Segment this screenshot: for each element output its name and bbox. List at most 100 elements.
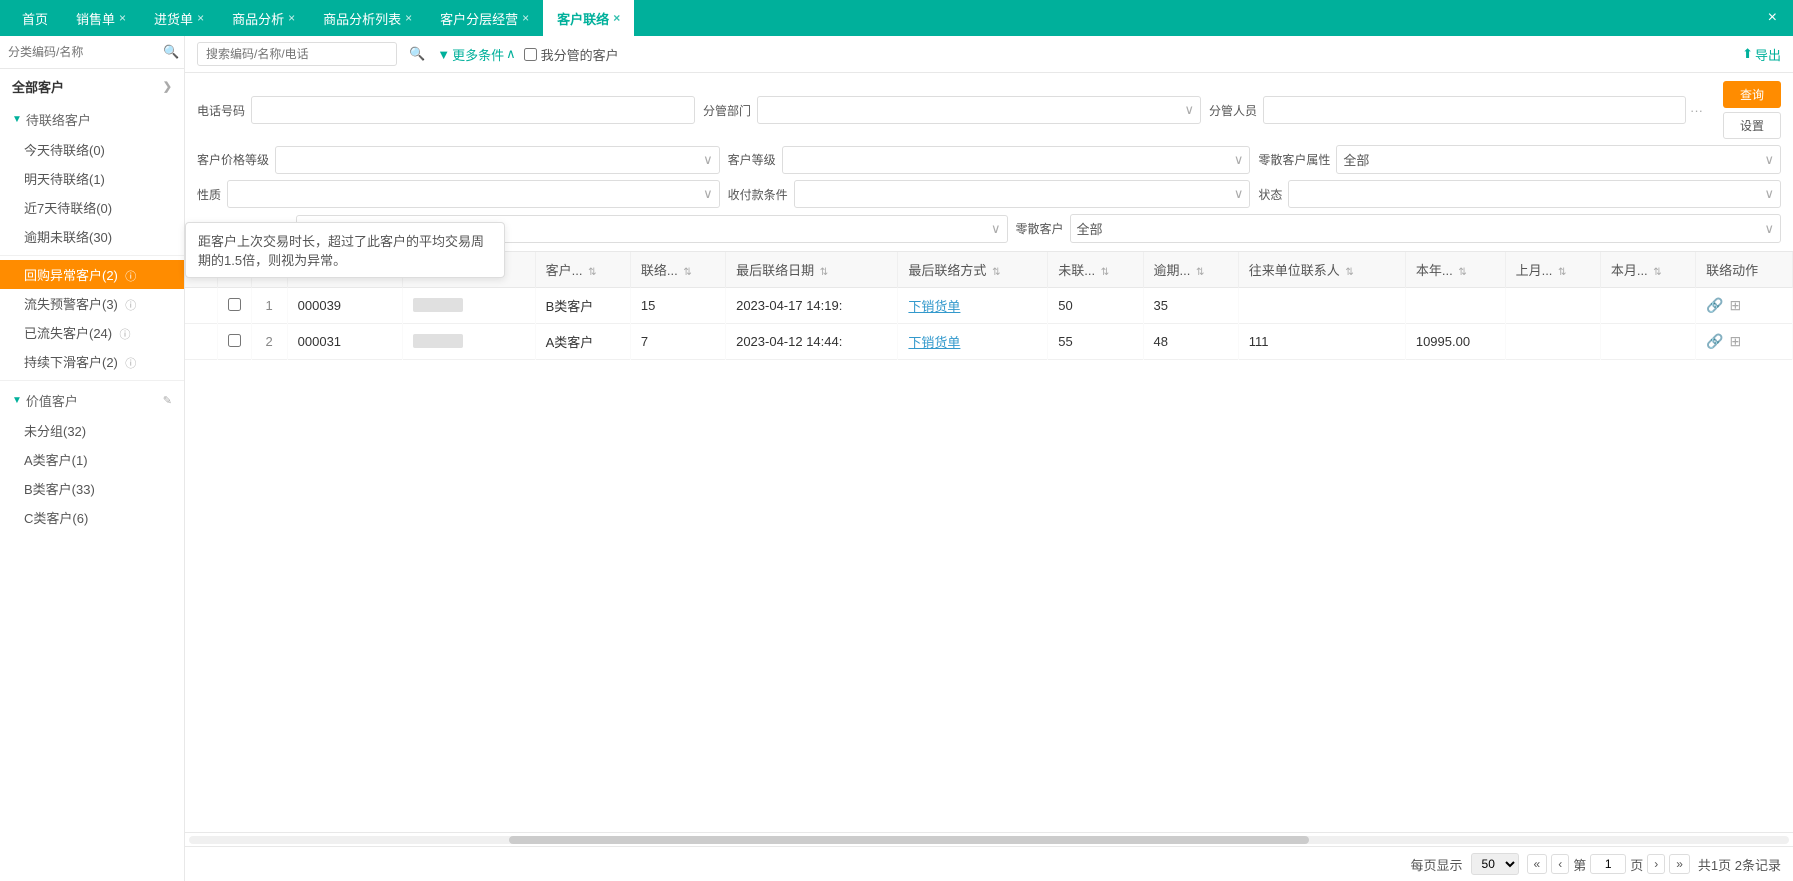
nav-product-analysis[interactable]: 商品分析 × bbox=[218, 0, 309, 36]
row2-last-method[interactable]: 下销货单 bbox=[898, 324, 1048, 360]
phone-input[interactable] bbox=[251, 96, 695, 124]
row2-uncontacted: 55 bbox=[1048, 324, 1143, 360]
filter-toolbar: 🔍 ▼ 更多条件 ∧ 我分管的客户 ⬆ 导出 bbox=[185, 36, 1793, 73]
payment-select[interactable]: ∨ bbox=[794, 180, 1251, 208]
row1-qr-icon[interactable]: ⊞ bbox=[1730, 297, 1742, 314]
col-last-month[interactable]: 上月... ⇅ bbox=[1505, 252, 1600, 288]
row2-link-icon[interactable]: 🔗 bbox=[1706, 333, 1723, 350]
sidebar-item-class-a[interactable]: A类客户(1) bbox=[0, 445, 184, 474]
scrollbar-thumb[interactable] bbox=[509, 836, 1309, 844]
filter-row-1: 电话号码 分管部门 ∨ 分管人员 ··· 查询 设置 bbox=[197, 81, 1781, 139]
dept-select[interactable]: ∨ bbox=[757, 96, 1201, 124]
horizontal-scrollbar[interactable] bbox=[185, 832, 1793, 846]
sidebar-item-today[interactable]: 今天待联络(0) bbox=[0, 135, 184, 164]
export-icon: ⬆ bbox=[1742, 46, 1753, 62]
price-level-select[interactable]: ∨ bbox=[275, 146, 720, 174]
sidebar-item-churn-warning[interactable]: 流失预警客户(3) ⓘ bbox=[0, 289, 184, 318]
manager-input[interactable] bbox=[1263, 96, 1686, 124]
sort-icon-related-contact: ⇅ bbox=[1345, 267, 1353, 278]
sidebar-item-repurchase-abnormal[interactable]: 回购异常客户(2) ⓘ bbox=[0, 260, 184, 289]
page-number-input[interactable] bbox=[1590, 854, 1626, 874]
nav-product-analysis-close[interactable]: × bbox=[288, 11, 295, 25]
nav-sales[interactable]: 销售单 × bbox=[62, 0, 140, 36]
col-this-month[interactable]: 本月... ⇅ bbox=[1600, 252, 1695, 288]
first-page-button[interactable]: « bbox=[1527, 854, 1548, 874]
retail-attr-select[interactable]: 全部 ∨ bbox=[1336, 145, 1781, 174]
nav-customer-tiering-close[interactable]: × bbox=[522, 11, 529, 25]
col-uncontacted[interactable]: 未联... ⇅ bbox=[1048, 252, 1143, 288]
nav-home[interactable]: 首页 bbox=[8, 0, 62, 36]
sort-icon-this-month: ⇅ bbox=[1653, 267, 1661, 278]
nav-customer-tiering[interactable]: 客户分层经营 × bbox=[426, 0, 543, 36]
nav-purchase-close[interactable]: × bbox=[197, 11, 204, 25]
sidebar-item-7days[interactable]: 近7天待联络(0) bbox=[0, 193, 184, 222]
row1-related-contact bbox=[1238, 288, 1405, 324]
status-select[interactable]: ∨ bbox=[1288, 180, 1781, 208]
row2-select-checkbox[interactable] bbox=[228, 334, 241, 347]
row1-name-blurred bbox=[413, 298, 463, 312]
edit-icon[interactable]: ✎ bbox=[163, 394, 172, 407]
nav-purchase[interactable]: 进货单 × bbox=[140, 0, 218, 36]
toolbar-right: ⬆ 导出 bbox=[1742, 45, 1781, 64]
settings-button[interactable]: 设置 bbox=[1723, 112, 1781, 139]
my-customer-checkbox-area[interactable]: 我分管的客户 bbox=[524, 45, 619, 64]
row2-checkbox[interactable] bbox=[217, 324, 251, 360]
gender-select[interactable]: ∨ bbox=[227, 180, 720, 208]
col-related-contact[interactable]: 往来单位联系人 ⇅ bbox=[1238, 252, 1405, 288]
sidebar-item-overdue[interactable]: 逾期未联络(30) bbox=[0, 222, 184, 251]
query-button[interactable]: 查询 bbox=[1723, 81, 1781, 108]
col-this-year[interactable]: 本年... ⇅ bbox=[1405, 252, 1505, 288]
sidebar-item-declining[interactable]: 持续下滑客户(2) ⓘ bbox=[0, 347, 184, 376]
col-last-date[interactable]: 最后联络日期 ⇅ bbox=[726, 252, 898, 288]
my-customer-checkbox[interactable] bbox=[524, 48, 537, 61]
manager-dots[interactable]: ··· bbox=[1686, 103, 1707, 118]
sidebar-group-pending[interactable]: ▼ 待联络客户 bbox=[0, 104, 184, 135]
sidebar-search-input[interactable] bbox=[8, 45, 163, 59]
search-icon[interactable]: 🔍 bbox=[405, 46, 429, 62]
scrollbar-track[interactable] bbox=[189, 836, 1789, 844]
row2-qr-icon[interactable]: ⊞ bbox=[1730, 333, 1742, 350]
row1-checkbox[interactable] bbox=[217, 288, 251, 324]
search-input[interactable] bbox=[197, 42, 397, 66]
sidebar-item-class-c[interactable]: C类客户(6) bbox=[0, 503, 184, 532]
col-last-method[interactable]: 最后联络方式 ⇅ bbox=[898, 252, 1048, 288]
row1-last-method[interactable]: 下销货单 bbox=[898, 288, 1048, 324]
chevron-down-icon: ∧ bbox=[506, 46, 516, 62]
info-icon-4: ⓘ bbox=[125, 358, 136, 370]
page-size-select[interactable]: 50 bbox=[1471, 853, 1519, 875]
window-close-button[interactable]: × bbox=[1760, 5, 1785, 31]
sort-icon-last-date: ⇅ bbox=[820, 267, 828, 278]
row1-link-icon[interactable]: 🔗 bbox=[1706, 297, 1723, 314]
nav-product-analysis-list[interactable]: 商品分析列表 × bbox=[309, 0, 426, 36]
sidebar-item-churned[interactable]: 已流失客户(24) ⓘ bbox=[0, 318, 184, 347]
more-conditions-btn[interactable]: ▼ 更多条件 ∧ bbox=[437, 45, 515, 64]
row1-last-month bbox=[1505, 288, 1600, 324]
row1-action-icons: 🔗 ⊞ bbox=[1706, 297, 1782, 314]
sidebar-search-icon[interactable]: 🔍 bbox=[163, 44, 179, 60]
retail-select[interactable]: 全部 ∨ bbox=[1070, 214, 1781, 243]
dept-dropdown-arrow: ∨ bbox=[1184, 102, 1194, 118]
sidebar-item-tomorrow[interactable]: 明天待联络(1) bbox=[0, 164, 184, 193]
col-type[interactable]: 客户... ⇅ bbox=[535, 252, 630, 288]
col-contact-count[interactable]: 联络... ⇅ bbox=[630, 252, 725, 288]
sidebar-item-ungroup[interactable]: 未分组(32) bbox=[0, 416, 184, 445]
data-table-container: ⚙ # 客户编码 ⇅ 客户名称 ⇅ 客户... ⇅ 联络... ⇅ 最后联络日期… bbox=[185, 252, 1793, 832]
filter-payment: 收付款条件 ∨ bbox=[728, 180, 1251, 208]
filter-price-level: 客户价格等级 ∨ bbox=[197, 146, 720, 174]
customer-level-select[interactable]: ∨ bbox=[782, 146, 1251, 174]
last-page-button[interactable]: » bbox=[1669, 854, 1690, 874]
all-customers-header[interactable]: 全部客户 ❯ bbox=[0, 69, 184, 104]
nav-customer-contact[interactable]: 客户联络 × bbox=[543, 0, 634, 36]
sort-icon-contact-count: ⇅ bbox=[683, 267, 691, 278]
sidebar-item-class-b[interactable]: B类客户(33) bbox=[0, 474, 184, 503]
tooltip-popup: 距客户上次交易时长，超过了此客户的平均交易周期的1.5倍，则视为异常。 bbox=[185, 222, 505, 278]
nav-product-analysis-list-close[interactable]: × bbox=[405, 11, 412, 25]
col-overdue[interactable]: 逾期... ⇅ bbox=[1143, 252, 1238, 288]
prev-page-button[interactable]: ‹ bbox=[1551, 854, 1569, 874]
row1-select-checkbox[interactable] bbox=[228, 298, 241, 311]
nav-customer-contact-close[interactable]: × bbox=[613, 11, 620, 25]
next-page-button[interactable]: › bbox=[1647, 854, 1665, 874]
nav-sales-close[interactable]: × bbox=[119, 11, 126, 25]
sidebar-group-value[interactable]: ▼ 价值客户 ✎ bbox=[0, 385, 184, 416]
export-button[interactable]: ⬆ 导出 bbox=[1742, 45, 1781, 64]
